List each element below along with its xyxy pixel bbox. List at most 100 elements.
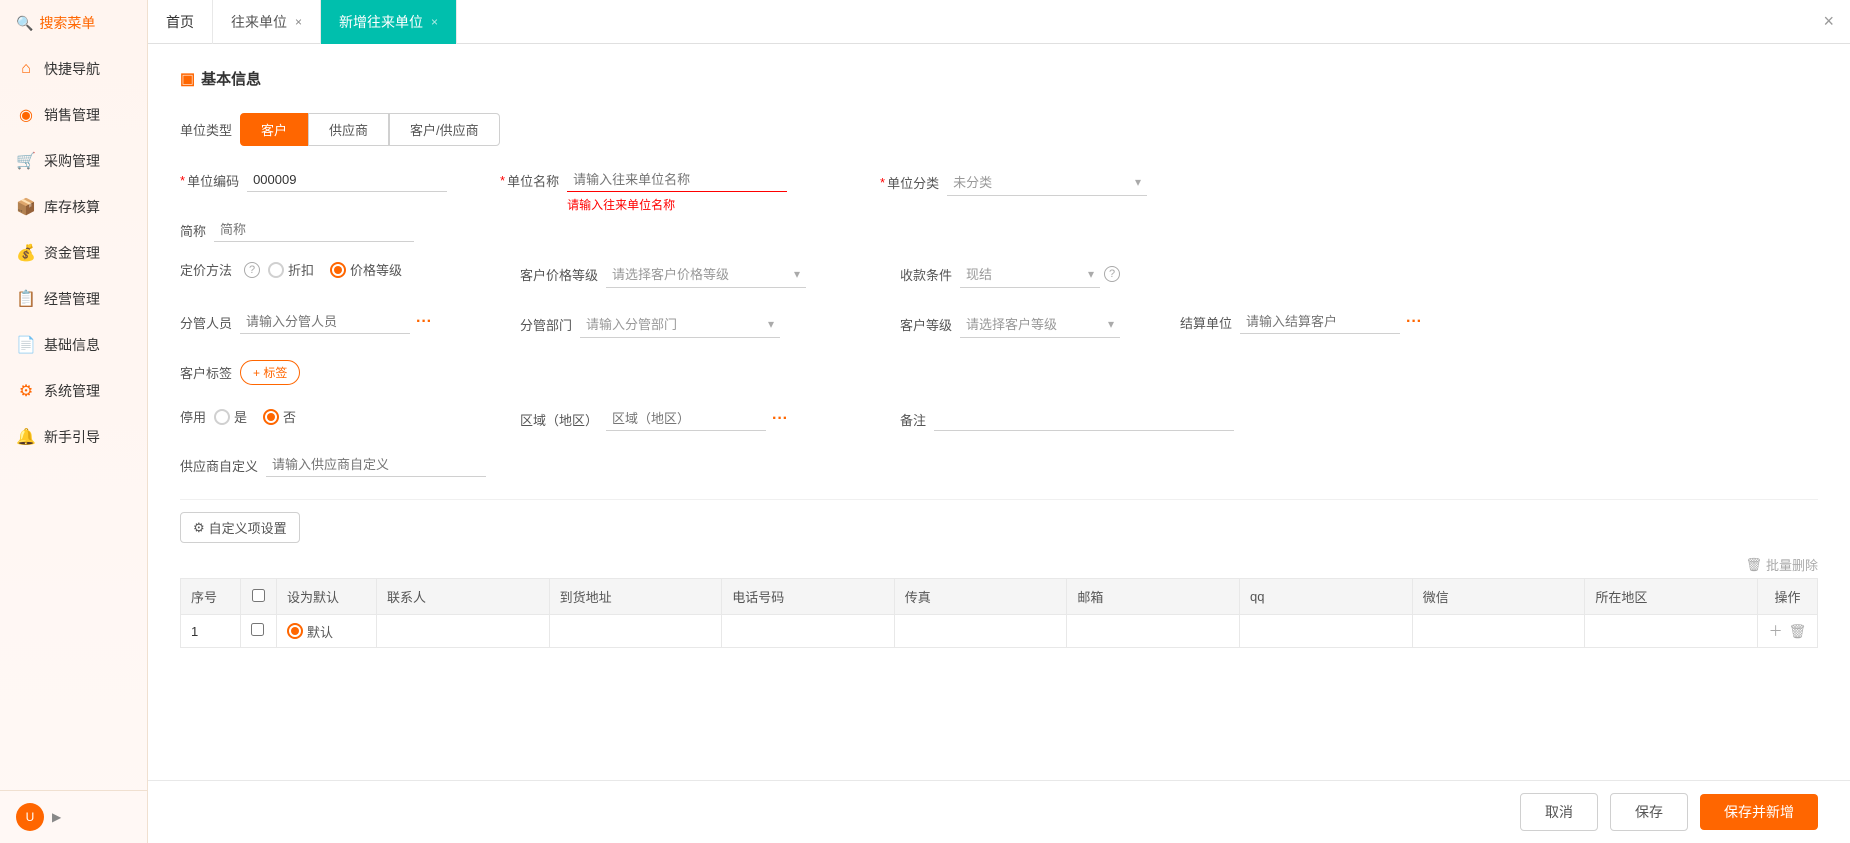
unit-type-field: 单位类型 客户 供应商 客户/供应商 <box>180 113 1818 146</box>
radio-no[interactable]: 否 <box>263 407 296 426</box>
tab-new-partner-close[interactable]: × <box>431 15 438 29</box>
sidebar-item-sales[interactable]: ◉ 销售管理 <box>0 92 147 138</box>
sidebar-item-finance[interactable]: 💰 资金管理 <box>0 230 147 276</box>
short-name-label: 简称 <box>180 221 206 240</box>
tab-home[interactable]: 首页 <box>148 0 213 44</box>
settlement-more-btn[interactable]: ··· <box>1406 313 1422 331</box>
row-contact-input[interactable] <box>387 624 539 639</box>
customer-level-select[interactable]: 请选择客户等级 ▾ <box>960 310 1120 338</box>
supplier-custom-label: 供应商自定义 <box>180 456 258 475</box>
row-delete-icon[interactable]: 🗑 <box>1789 623 1807 640</box>
region-input[interactable] <box>606 407 766 431</box>
row-wechat[interactable] <box>1412 615 1585 648</box>
sidebar-item-basic-info[interactable]: 📄 基础信息 <box>0 322 147 368</box>
row-email[interactable] <box>1067 615 1240 648</box>
row-checkbox[interactable] <box>251 623 264 636</box>
pricing-method-field: 定价方法 ? 折扣 价格等级 <box>180 260 520 279</box>
add-tag-button[interactable]: + 标签 <box>240 360 300 385</box>
sidebar-item-purchase[interactable]: 🛒 采购管理 <box>0 138 147 184</box>
unit-category-required: * <box>880 175 885 190</box>
row-qq-input[interactable] <box>1250 624 1402 639</box>
batch-delete-icon: 🗑 <box>1745 557 1762 573</box>
row-default-radio[interactable]: 默认 <box>287 622 366 641</box>
unit-name-required: * <box>500 173 505 188</box>
pricing-row: 定价方法 ? 折扣 价格等级 客户价格等级 请选择客户价格等级 <box>180 260 1818 288</box>
radio-discount[interactable]: 折扣 <box>268 260 314 279</box>
row-address[interactable] <box>549 615 722 648</box>
row-default: 默认 <box>277 615 377 648</box>
sidebar-item-guide[interactable]: 🔔 新手引导 <box>0 414 147 460</box>
custom-settings-button[interactable]: ⚙ 自定义项设置 <box>180 512 300 543</box>
sidebar-item-label: 库存核算 <box>44 197 100 217</box>
region-more-btn[interactable]: ··· <box>772 410 788 428</box>
sidebar-search[interactable]: 🔍 搜索菜单 <box>0 0 147 46</box>
sidebar-item-inventory[interactable]: 📦 库存核算 <box>0 184 147 230</box>
inventory-icon: 📦 <box>16 197 36 217</box>
supplier-custom-row: 供应商自定义 <box>180 453 1818 477</box>
th-action: 操作 <box>1758 579 1818 615</box>
radio-price-level[interactable]: 价格等级 <box>330 260 402 279</box>
department-select[interactable]: 请输入分管部门 ▾ <box>580 310 780 338</box>
unit-category-arrow: ▾ <box>1135 175 1141 189</box>
tab-partners-label: 往来单位 <box>231 12 287 32</box>
tab-partners[interactable]: 往来单位 × <box>213 0 321 44</box>
unit-category-label: 单位分类 <box>887 173 939 192</box>
unit-type-row: 单位类型 客户 供应商 客户/供应商 <box>180 113 1818 146</box>
pricing-method-radios: 折扣 价格等级 <box>268 260 402 279</box>
row-phone[interactable] <box>722 615 895 648</box>
contacts-table: 序号 设为默认 联系人 到货地址 电话号码 传真 邮箱 qq 微信 所在地区 <box>180 578 1818 648</box>
department-field: 分管部门 请输入分管部门 ▾ <box>520 310 900 338</box>
unit-code-input[interactable] <box>247 168 447 192</box>
tabbar-global-close[interactable]: × <box>1807 11 1850 32</box>
row-email-input[interactable] <box>1077 624 1229 639</box>
row-action: ＋ 🗑 <box>1758 615 1818 648</box>
sidebar-item-operations[interactable]: 📋 经营管理 <box>0 276 147 322</box>
row-fax[interactable] <box>894 615 1067 648</box>
tab-partners-close[interactable]: × <box>295 15 302 29</box>
cancel-button[interactable]: 取消 <box>1520 793 1598 831</box>
table-select-all[interactable] <box>252 589 265 602</box>
unit-category-select[interactable]: 未分类 ▾ <box>947 168 1147 196</box>
sidebar-item-system[interactable]: ⚙ 系统管理 <box>0 368 147 414</box>
row-fax-input[interactable] <box>905 624 1057 639</box>
manager-more-btn[interactable]: ··· <box>416 313 432 331</box>
tab-new-partner[interactable]: 新增往来单位 × <box>321 0 457 44</box>
customer-price-level-field: 客户价格等级 请选择客户价格等级 ▾ <box>520 260 900 288</box>
short-name-input[interactable] <box>214 218 414 242</box>
system-icon: ⚙ <box>16 381 36 401</box>
pricing-method-help[interactable]: ? <box>244 262 260 278</box>
supplier-custom-input[interactable] <box>266 453 486 477</box>
gear-icon: ⚙ <box>193 520 205 536</box>
bottom-bar: 取消 保存 保存并新增 <box>148 780 1850 843</box>
manager-field: 分管人员 ··· <box>180 310 520 334</box>
payment-terms-select[interactable]: 现结 ▾ <box>960 260 1100 288</box>
unit-btn-customer[interactable]: 客户 <box>240 113 308 146</box>
department-label: 分管部门 <box>520 315 572 334</box>
row-qq[interactable] <box>1239 615 1412 648</box>
row-region-input[interactable] <box>1595 624 1747 639</box>
unit-btn-supplier[interactable]: 供应商 <box>308 113 389 146</box>
row-default-circle <box>287 623 303 639</box>
row-address-input[interactable] <box>560 624 712 639</box>
unit-name-input[interactable] <box>567 168 787 192</box>
row-phone-input[interactable] <box>732 624 884 639</box>
remark-input[interactable] <box>934 407 1234 431</box>
unit-btn-both[interactable]: 客户/供应商 <box>389 113 500 146</box>
batch-delete-button[interactable]: 🗑 批量删除 <box>1745 555 1818 574</box>
payment-terms-arrow: ▾ <box>1088 267 1094 281</box>
sidebar-expand-icon[interactable]: ▶ <box>52 810 61 824</box>
save-new-button[interactable]: 保存并新增 <box>1700 794 1818 830</box>
settlement-unit-input[interactable] <box>1240 310 1400 334</box>
manager-input[interactable] <box>240 310 410 334</box>
row-add-icon[interactable]: ＋ <box>1769 621 1783 641</box>
row-wechat-input[interactable] <box>1423 624 1575 639</box>
radio-yes[interactable]: 是 <box>214 407 247 426</box>
save-button[interactable]: 保存 <box>1610 793 1688 831</box>
customer-price-level-select[interactable]: 请选择客户价格等级 ▾ <box>606 260 806 288</box>
region-field: 区域（地区） ··· <box>520 407 900 431</box>
row-region[interactable] <box>1585 615 1758 648</box>
row-contact[interactable] <box>377 615 550 648</box>
sidebar-item-quick-nav[interactable]: ⌂ 快捷导航 <box>0 46 147 92</box>
row-no: 1 <box>181 615 241 648</box>
payment-terms-help[interactable]: ? <box>1104 266 1120 282</box>
